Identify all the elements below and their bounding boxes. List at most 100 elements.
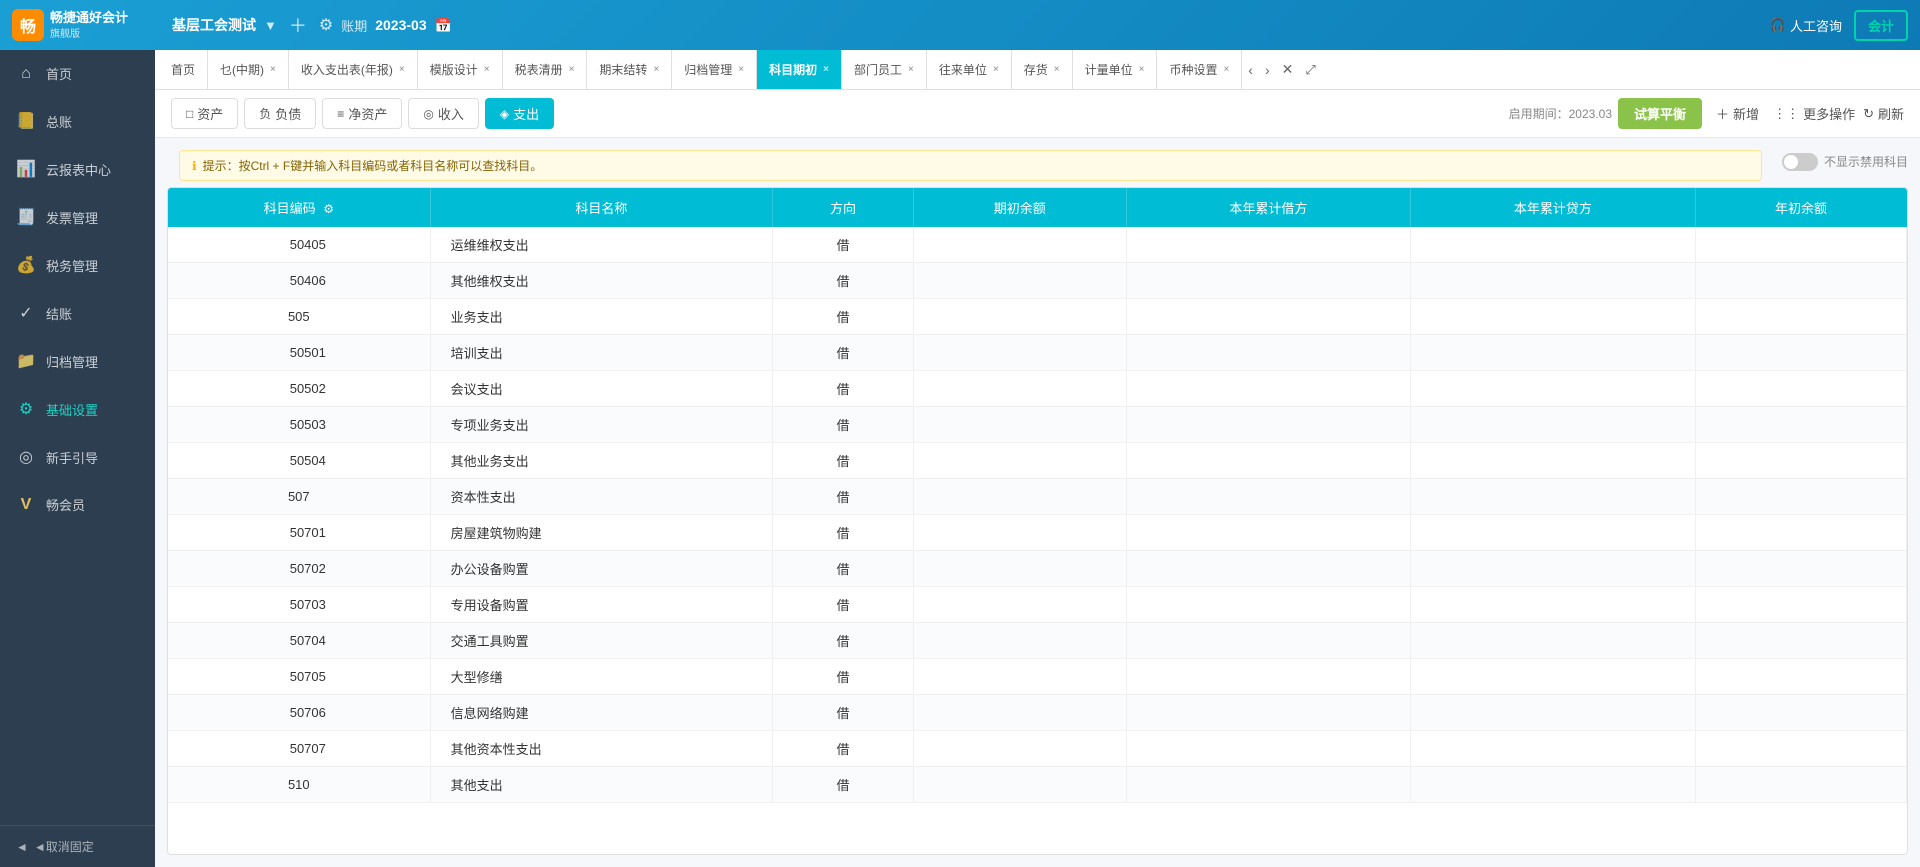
- table-row[interactable]: 50703 专用设备购置 借: [168, 587, 1907, 623]
- table-row[interactable]: 50503 专项业务支出 借: [168, 407, 1907, 443]
- tab-close-balance[interactable]: ×: [270, 64, 276, 75]
- table-row[interactable]: 50701 房屋建筑物购建 借: [168, 515, 1907, 551]
- sidebar-item-tax[interactable]: 💰 税务管理: [0, 241, 155, 289]
- refresh-btn[interactable]: ↻ 刷新: [1863, 104, 1904, 123]
- company-dropdown-icon[interactable]: ▼: [264, 18, 277, 33]
- tab-department[interactable]: 部门员工 ×: [842, 50, 927, 90]
- cell-year-begin: [1695, 551, 1906, 587]
- tab-close-currency[interactable]: ×: [1223, 64, 1229, 75]
- table-row[interactable]: 50406 其他维权支出 借: [168, 263, 1907, 299]
- filter-income[interactable]: ◎ 收入: [408, 98, 479, 129]
- cell-ytd-debit: [1126, 695, 1410, 731]
- tab-label-subject-init: 科目期初: [769, 61, 817, 78]
- sidebar-item-home[interactable]: ⌂ 首页: [0, 50, 155, 97]
- tab-close-inventory[interactable]: ×: [1054, 64, 1060, 75]
- tab-home[interactable]: 首页: [159, 50, 208, 90]
- settings-icon[interactable]: ⚙: [319, 15, 333, 35]
- cell-year-begin: [1695, 299, 1906, 335]
- tab-balance[interactable]: 乜(中期) ×: [208, 50, 289, 90]
- tab-close-all-btn[interactable]: ✕: [1276, 50, 1300, 90]
- table-row[interactable]: 50707 其他资本性支出 借: [168, 731, 1907, 767]
- tab-close-period-end[interactable]: ×: [653, 64, 659, 75]
- tab-label-balance: 乜(中期): [220, 61, 264, 78]
- tab-tax[interactable]: 税表清册 ×: [503, 50, 588, 90]
- account-btn[interactable]: 会计: [1854, 10, 1908, 41]
- tab-close-archive[interactable]: ×: [738, 64, 744, 75]
- tab-close-unit[interactable]: ×: [993, 64, 999, 75]
- period-display: 启用期间：2023.03: [1509, 105, 1612, 122]
- sidebar-label-guide: 新手引导: [46, 448, 98, 467]
- filter-expense[interactable]: ◈ 支出: [485, 98, 554, 129]
- tab-unit[interactable]: 往来单位 ×: [927, 50, 1012, 90]
- trial-balance-btn[interactable]: 试算平衡: [1618, 98, 1702, 129]
- tab-close-department[interactable]: ×: [908, 64, 914, 75]
- toggle-disabled-subjects[interactable]: [1782, 153, 1818, 171]
- cell-ytd-debit: [1126, 731, 1410, 767]
- sidebar-item-archive[interactable]: 📁 归档管理: [0, 337, 155, 385]
- add-company-btn[interactable]: ＋: [285, 12, 311, 38]
- tab-label-unit: 往来单位: [939, 61, 987, 78]
- sidebar-item-report[interactable]: 📊 云报表中心: [0, 145, 155, 193]
- cell-name: 其他维权支出: [430, 263, 772, 299]
- more-btn[interactable]: ⋮⋮ 更多操作: [1773, 104, 1855, 123]
- filter-net-asset[interactable]: ≡ 净资产: [322, 98, 402, 129]
- table-row[interactable]: 505 业务支出 借: [168, 299, 1907, 335]
- table-row[interactable]: 50704 交通工具购置 借: [168, 623, 1907, 659]
- tab-close-template[interactable]: ×: [484, 64, 490, 75]
- table-row[interactable]: 510 其他支出 借: [168, 767, 1907, 803]
- sidebar-item-settle[interactable]: ✓ 结账: [0, 289, 155, 337]
- table-row[interactable]: 50705 大型修缮 借: [168, 659, 1907, 695]
- tab-inventory[interactable]: 存货 ×: [1012, 50, 1073, 90]
- table-row[interactable]: 50501 培训支出 借: [168, 335, 1907, 371]
- sidebar-item-invoice[interactable]: 🧾 发票管理: [0, 193, 155, 241]
- sidebar-item-ledger[interactable]: 📒 总账: [0, 97, 155, 145]
- tab-expand-btn[interactable]: ⤢: [1299, 50, 1321, 90]
- cell-ytd-credit: [1411, 515, 1695, 551]
- table-row[interactable]: 50502 会议支出 借: [168, 371, 1907, 407]
- tab-unit-measure[interactable]: 计量单位 ×: [1073, 50, 1158, 90]
- tab-prev-btn[interactable]: ‹: [1242, 50, 1259, 90]
- cell-name: 大型修缮: [430, 659, 772, 695]
- cell-ytd-debit: [1126, 407, 1410, 443]
- tab-close-income[interactable]: ×: [399, 64, 405, 75]
- table-row[interactable]: 50706 信息网络购建 借: [168, 695, 1907, 731]
- period-edit-icon[interactable]: 📅: [435, 17, 452, 34]
- column-settings-icon[interactable]: ⚙: [323, 202, 334, 216]
- tab-bar: 首页 乜(中期) × 收入支出表(年报) × 模版设计 × 税表清册 × 期末结…: [155, 50, 1920, 90]
- tab-archive[interactable]: 归档管理 ×: [672, 50, 757, 90]
- add-label: 新增: [1733, 104, 1759, 123]
- company-name: 基层工会测试: [172, 15, 256, 35]
- income-icon: ◎: [423, 107, 433, 121]
- add-btn[interactable]: ＋ 新增: [1710, 104, 1765, 123]
- tab-close-subject-init[interactable]: ×: [823, 64, 829, 75]
- net-asset-icon: ≡: [337, 107, 344, 121]
- tab-currency[interactable]: 币种设置 ×: [1157, 50, 1242, 90]
- col-name: 科目名称: [430, 188, 772, 227]
- col-ytd-credit: 本年累计贷方: [1411, 188, 1695, 227]
- header-middle: 基层工会测试 ▼ ＋ ⚙ 账期 2023-03 📅: [172, 12, 1760, 38]
- table-row[interactable]: 507 资本性支出 借: [168, 479, 1907, 515]
- tab-template[interactable]: 模版设计 ×: [418, 50, 503, 90]
- collapse-btn[interactable]: ◄ ◄取消固定: [16, 838, 139, 855]
- tab-label-archive: 归档管理: [684, 61, 732, 78]
- table-row[interactable]: 50504 其他业务支出 借: [168, 443, 1907, 479]
- cell-period-balance: [913, 659, 1126, 695]
- tab-income[interactable]: 收入支出表(年报) ×: [289, 50, 418, 90]
- tab-subject-init[interactable]: 科目期初 ×: [757, 50, 842, 90]
- filter-liability[interactable]: 负 负债: [244, 98, 316, 129]
- sidebar: ⌂ 首页 📒 总账 📊 云报表中心 🧾 发票管理 💰 税务管理 ✓ 结账 📁 归…: [0, 50, 155, 867]
- tab-next-btn[interactable]: ›: [1259, 50, 1276, 90]
- tab-period-end[interactable]: 期末结转 ×: [587, 50, 672, 90]
- tab-close-unit-measure[interactable]: ×: [1139, 64, 1145, 75]
- sidebar-item-guide[interactable]: ◎ 新手引导: [0, 433, 155, 481]
- sidebar-item-settings[interactable]: ⚙ 基础设置: [0, 385, 155, 433]
- sidebar-item-member[interactable]: V 畅会员: [0, 481, 155, 528]
- tab-label-template: 模版设计: [430, 61, 478, 78]
- filter-asset[interactable]: □ 资产: [171, 98, 238, 129]
- table-row[interactable]: 50405 运维维权支出 借: [168, 227, 1907, 263]
- table-row[interactable]: 50702 办公设备购置 借: [168, 551, 1907, 587]
- tab-label-unit-measure: 计量单位: [1085, 61, 1133, 78]
- service-btn[interactable]: 🎧 人工咨询: [1770, 16, 1842, 35]
- cell-ytd-credit: [1411, 587, 1695, 623]
- tab-close-tax[interactable]: ×: [569, 64, 575, 75]
